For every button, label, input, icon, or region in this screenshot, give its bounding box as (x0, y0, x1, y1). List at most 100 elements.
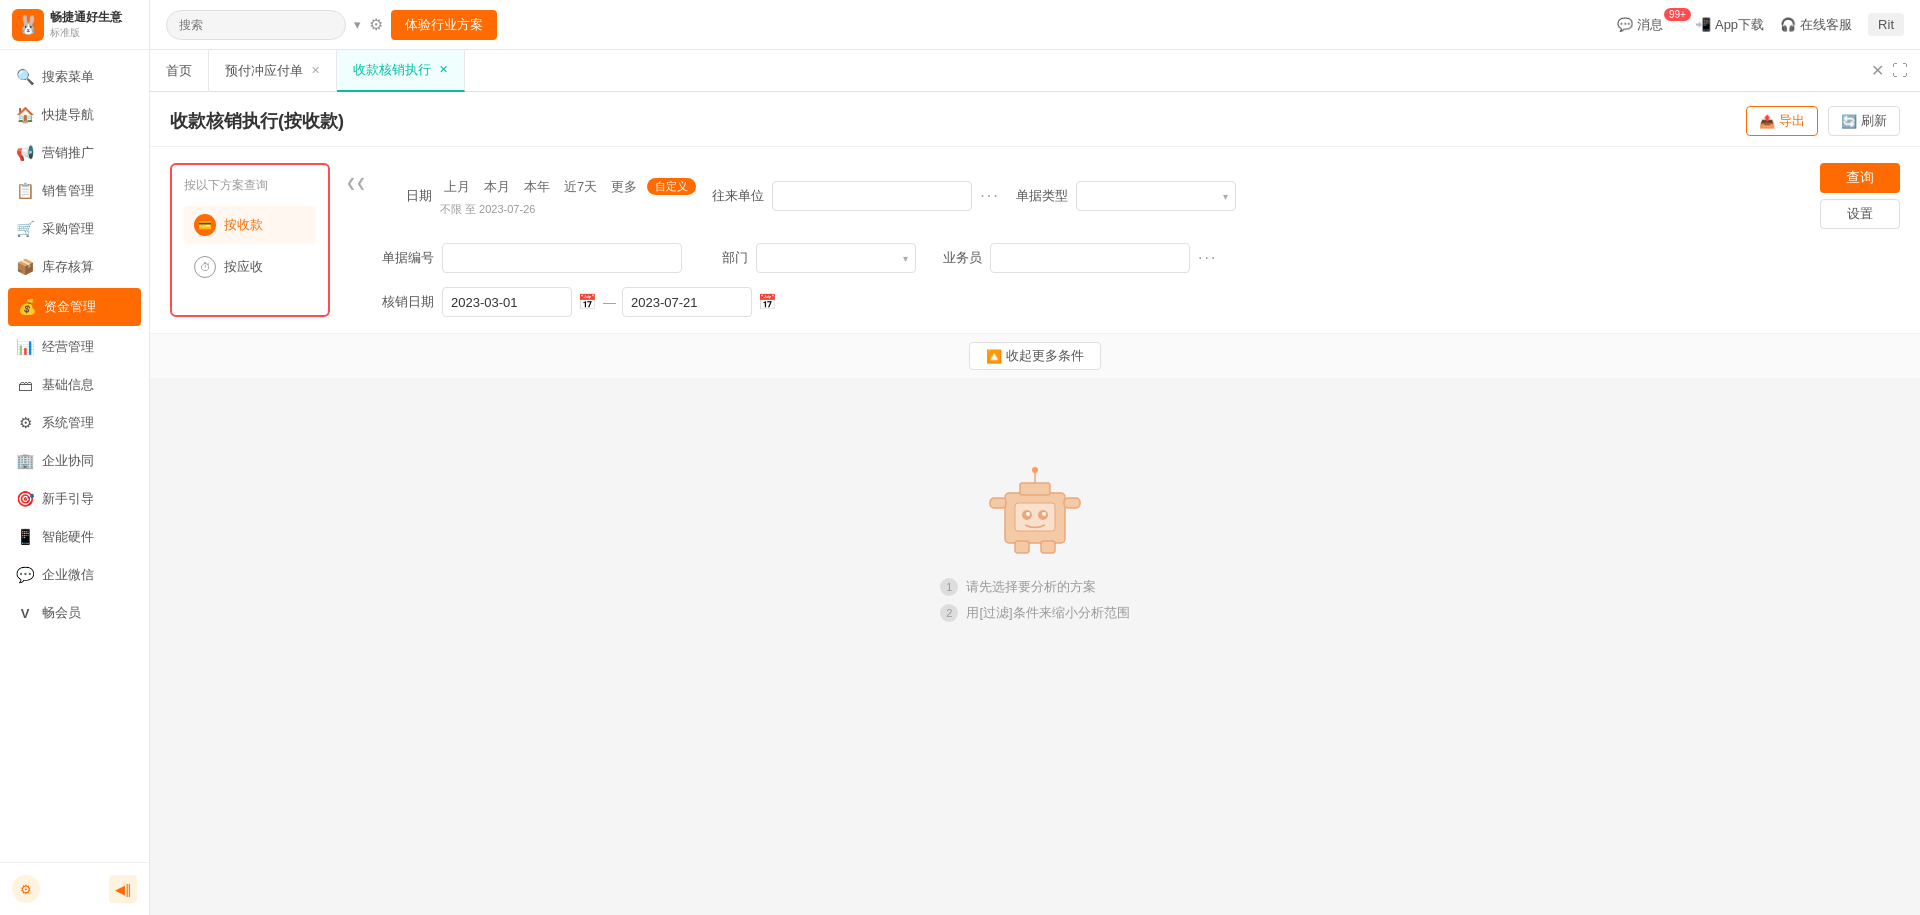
wxwork-icon: 💬 (16, 566, 34, 584)
sidebar-item-wxwork[interactable]: 💬 企业微信 (0, 556, 149, 594)
filter-right: 日期 上月 本月 本年 近7天 更多 自定义 不限 至 (382, 163, 1900, 317)
verify-date-end-calendar-icon[interactable]: 📅 (758, 293, 777, 311)
sidebar-item-enterprise[interactable]: 🏢 企业协同 (0, 442, 149, 480)
tabbar: 首页 预付冲应付单 ✕ 收款核销执行 ✕ ✕ ⛶ (150, 50, 1920, 92)
sidebar-item-basicinfo[interactable]: 🗃 基础信息 (0, 366, 149, 404)
export-icon: 📤 (1759, 114, 1775, 129)
topbar-left: ▾ ⚙ 体验行业方案 (166, 10, 497, 40)
date-shortcut-thismonth[interactable]: 本月 (480, 176, 514, 198)
filter-by-receipt[interactable]: 💳 按收款 (184, 206, 316, 244)
topbar-gear-icon[interactable]: ⚙ (369, 15, 383, 34)
date-shortcut-more[interactable]: 更多 (607, 176, 641, 198)
empty-robot-svg (975, 458, 1095, 558)
logo-icon: 🐰 (12, 9, 44, 41)
topbar-search-input[interactable] (166, 10, 346, 40)
doc-type-select[interactable] (1076, 181, 1236, 211)
svg-rect-9 (990, 498, 1006, 508)
page-header-actions: 📤 导出 🔄 刷新 (1746, 106, 1900, 136)
sidebar-item-system[interactable]: ⚙ 系统管理 (0, 404, 149, 442)
sidebar-item-quicknav[interactable]: 🏠 快捷导航 (0, 96, 149, 134)
refresh-icon: 🔄 (1841, 114, 1857, 129)
tab-collection-close[interactable]: ✕ (439, 63, 448, 76)
headset-icon: 🎧 (1780, 17, 1796, 32)
refresh-button[interactable]: 🔄 刷新 (1828, 106, 1900, 136)
inventory-icon: 📦 (16, 258, 34, 276)
main-content: ▾ ⚙ 体验行业方案 💬 消息 99+ 📲 App下载 🎧 在线客服 Rit 首… (150, 0, 1920, 915)
finance-icon: 💰 (18, 298, 36, 316)
query-button[interactable]: 查询 (1820, 163, 1900, 193)
sidebar-item-sales[interactable]: 📋 销售管理 (0, 172, 149, 210)
doc-no-input[interactable] (442, 243, 682, 273)
doc-no-label: 单据编号 (382, 249, 434, 267)
staff-input[interactable] (990, 243, 1190, 273)
sidebar-item-purchase[interactable]: 🛒 采购管理 (0, 210, 149, 248)
smarthw-icon: 📱 (16, 528, 34, 546)
step-1-icon: 1 (940, 578, 958, 596)
sidebar-item-newguide[interactable]: 🎯 新手引导 (0, 480, 149, 518)
date-shortcut-thisyear[interactable]: 本年 (520, 176, 554, 198)
expand-tabs-button[interactable]: ⛶ (1892, 62, 1908, 80)
tab-prepay[interactable]: 预付冲应付单 ✕ (209, 50, 337, 92)
counterpart-input[interactable] (772, 181, 972, 211)
svg-rect-12 (1041, 541, 1055, 553)
user-info[interactable]: Rit (1868, 13, 1904, 36)
message-button[interactable]: 💬 消息 99+ (1617, 16, 1679, 34)
verify-date-end-input[interactable] (622, 287, 752, 317)
sidebar-item-smarthw[interactable]: 📱 智能硬件 (0, 518, 149, 556)
sidebar-item-member[interactable]: V 畅会员 (0, 594, 149, 632)
message-label: 消息 (1637, 16, 1663, 34)
doc-type-field: 单据类型 ▾ (1016, 181, 1236, 211)
verify-date-start-input[interactable] (442, 287, 572, 317)
staff-field: 业务员 ··· (932, 243, 1217, 273)
sidebar-item-marketing[interactable]: 📢 营销推广 (0, 134, 149, 172)
filter-section: 按以下方案查询 💳 按收款 ⏱ 按应收 ❮❮ (150, 147, 1920, 378)
sidebar-item-search[interactable]: 🔍 搜索菜单 (0, 58, 149, 96)
settings-button[interactable]: ⚙ (12, 875, 40, 903)
doc-no-field: 单据编号 (382, 243, 682, 273)
close-all-tabs-button[interactable]: ✕ (1871, 61, 1884, 80)
page-title: 收款核销执行(按收款) (170, 109, 344, 133)
tab-prepay-close[interactable]: ✕ (311, 64, 320, 77)
sidebar-item-operations[interactable]: 📊 经营管理 (0, 328, 149, 366)
message-icon: 💬 (1617, 17, 1633, 32)
page-content: 收款核销执行(按收款) 📤 导出 🔄 刷新 按以下方案查询 💳 (150, 92, 1920, 915)
filter-settings-button[interactable]: 设置 (1820, 199, 1900, 229)
topbar-dropdown-arrow[interactable]: ▾ (354, 17, 361, 32)
verify-date-start-calendar-icon[interactable]: 📅 (578, 293, 597, 311)
app-download-icon: 📲 (1695, 17, 1711, 32)
filter-by-receivable[interactable]: ⏱ 按应收 (184, 248, 316, 286)
export-button[interactable]: 📤 导出 (1746, 106, 1818, 136)
step-2-icon: 2 (940, 604, 958, 622)
sidebar-item-inventory[interactable]: 📦 库存核算 (0, 248, 149, 286)
sidebar-item-finance[interactable]: 💰 资金管理 (8, 288, 141, 326)
filter-row-1: 日期 上月 本月 本年 近7天 更多 自定义 不限 至 (382, 163, 1900, 229)
industry-plan-button[interactable]: 体验行业方案 (391, 10, 497, 40)
logo-text: 畅捷通好生意 标准版 (50, 10, 122, 39)
staff-more-button[interactable]: ··· (1198, 249, 1217, 267)
app-download-button[interactable]: 📲 App下载 (1695, 16, 1764, 34)
collapse-sidebar-button[interactable]: ◀‖ (109, 875, 137, 903)
svg-rect-10 (1064, 498, 1080, 508)
dept-label: 部门 (698, 249, 748, 267)
online-service-button[interactable]: 🎧 在线客服 (1780, 16, 1852, 34)
date-field: 日期 上月 本月 本年 近7天 更多 自定义 不限 至 (382, 176, 696, 217)
sidebar-nav: 🔍 搜索菜单 🏠 快捷导航 📢 营销推广 📋 销售管理 🛒 采购管理 📦 库存核… (0, 50, 149, 862)
date-hint: 不限 至 2023-07-26 (440, 202, 696, 217)
date-shortcut-7days[interactable]: 近7天 (560, 176, 601, 198)
doc-type-label: 单据类型 (1016, 187, 1068, 205)
collapse-more-button[interactable]: 🔼 收起更多条件 (969, 342, 1101, 370)
counterpart-more-button[interactable]: ··· (980, 187, 999, 205)
verify-date-label: 核销日期 (382, 293, 434, 311)
date-shortcut-lastmonth[interactable]: 上月 (440, 176, 474, 198)
filter-row-2: 单据编号 部门 ▾ 业务员 (382, 243, 1900, 273)
date-range-separator: — (603, 295, 616, 310)
tab-collection[interactable]: 收款核销执行 ✕ (337, 50, 465, 92)
dept-field: 部门 ▾ (698, 243, 916, 273)
filter-panel-title: 按以下方案查询 (184, 177, 316, 194)
date-custom-badge[interactable]: 自定义 (647, 178, 696, 195)
empty-tip-1: 1 请先选择要分析的方案 (940, 578, 1129, 596)
dept-select[interactable] (756, 243, 916, 273)
tab-home[interactable]: 首页 (150, 50, 209, 92)
sidebar: 🐰 畅捷通好生意 标准版 🔍 搜索菜单 🏠 快捷导航 📢 营销推广 📋 销售管理… (0, 0, 150, 915)
collapse-panel-button[interactable]: ❮❮ (346, 163, 366, 203)
